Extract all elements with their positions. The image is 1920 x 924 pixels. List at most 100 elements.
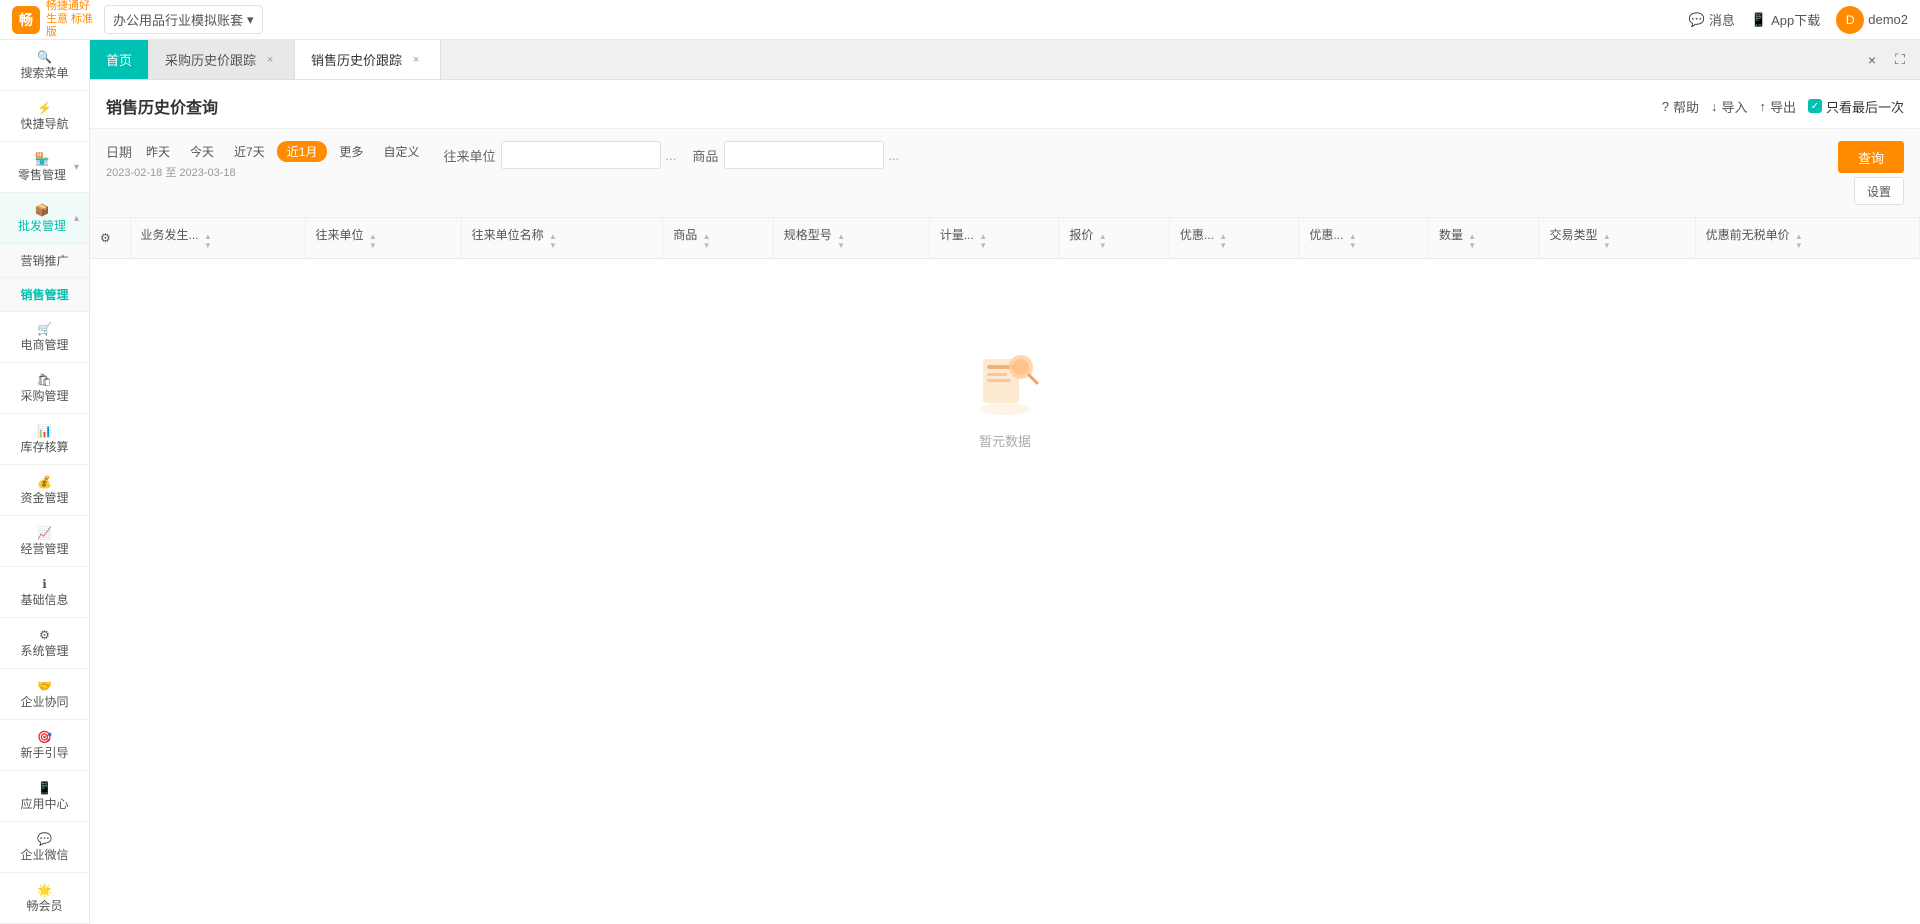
table-col-partner-code[interactable]: 往来单位 ▲▼ (305, 218, 461, 259)
date-buttons: 昨天 今天 近7天 近1月 更多 自定义 (138, 141, 427, 162)
sidebar-item-purchase-manage[interactable]: 🛍 采购管理 (0, 363, 89, 414)
company-name: 办公用品行业模拟账套 (113, 10, 243, 29)
table-col-biz-date[interactable]: 业务发生... ▲▼ (130, 218, 305, 259)
tab-close-sales[interactable]: × (408, 52, 424, 68)
empty-state: 暂元数据 (90, 259, 1920, 530)
date-btn-today[interactable]: 今天 (182, 141, 222, 162)
table-col-quantity[interactable]: 数量 ▲▼ (1428, 218, 1539, 259)
export-button[interactable]: ↑ 导出 (1759, 97, 1796, 116)
tab-bar: 首页 采购历史价跟踪 × 销售历史价跟踪 × × ⛶ (90, 40, 1920, 80)
sidebar-item-operation[interactable]: 📈 经营管理 (0, 516, 89, 567)
app-download-button[interactable]: 📱 App下载 (1751, 10, 1820, 29)
table-col-spec[interactable]: 规格型号 ▲▼ (773, 218, 929, 259)
home-tab-label: 首页 (106, 50, 132, 69)
sort-icons: ▲▼ (1468, 232, 1476, 250)
sidebar-item-wholesale-manage[interactable]: 📦 批发管理 ▴ (0, 193, 89, 244)
table-col-settings[interactable]: ⚙ (90, 218, 130, 259)
table-col-partner-name[interactable]: 往来单位名称 ▲▼ (461, 218, 663, 259)
date-btn-1month[interactable]: 近1月 (277, 141, 328, 162)
sidebar-item-label: 电商管理 (20, 336, 68, 353)
page-title: 销售历史价查询 (106, 94, 218, 118)
close-all-tabs-button[interactable]: × (1860, 48, 1884, 72)
topbar: 畅 畅捷通好生意 标准版 办公用品行业模拟账套 ▾ 💬 消息 📱 App下载 D… (0, 0, 1920, 40)
sidebar-item-app-center[interactable]: 📱 应用中心 (0, 771, 89, 822)
partner-dots-button[interactable]: ... (665, 148, 676, 163)
sidebar-item-retail-manage[interactable]: 🏪 零售管理 ▾ (0, 142, 89, 193)
tab-home[interactable]: 首页 (90, 40, 149, 79)
sidebar-item-ecommerce[interactable]: 🛒 电商管理 (0, 312, 89, 363)
import-button[interactable]: ↓ 导入 (1711, 97, 1748, 116)
partner-input[interactable] (501, 141, 661, 169)
fullscreen-button[interactable]: ⛶ (1888, 48, 1912, 72)
sidebar-sub-item-sales-manage[interactable]: 销售管理 (0, 278, 89, 312)
table-col-discount2[interactable]: 优惠... ▲▼ (1299, 218, 1429, 259)
message-button[interactable]: 💬 消息 (1689, 10, 1735, 29)
app-label: App下载 (1771, 10, 1820, 29)
partner-input-area: ... (501, 141, 676, 169)
only-last-checkbox-label[interactable]: ✓ 只看最后一次 (1808, 97, 1904, 116)
sort-icons: ▲▼ (979, 232, 987, 250)
sidebar-item-guide[interactable]: 🎯 新手引导 (0, 720, 89, 771)
sidebar: 🔍 搜索菜单 ⚡ 快捷导航 🏪 零售管理 ▾ 📦 批发管理 ▴ 营销推广 销售管… (0, 40, 90, 924)
help-button[interactable]: ? 帮助 (1662, 97, 1699, 116)
sidebar-item-label: 企业协同 (20, 693, 68, 710)
product-input-area: ... (724, 141, 899, 169)
logo-icon: 畅 (12, 6, 40, 34)
sort-icons: ▲▼ (204, 232, 212, 250)
table-col-pretax-price[interactable]: 优惠前无税单价 ▲▼ (1695, 218, 1919, 259)
table-col-discount1[interactable]: 优惠... ▲▼ (1169, 218, 1299, 259)
sort-icons: ▲▼ (837, 232, 845, 250)
sidebar-item-search-menu[interactable]: 🔍 搜索菜单 (0, 40, 89, 91)
tab-purchase-history[interactable]: 采购历史价跟踪 × (149, 40, 295, 79)
sidebar-item-fund-manage[interactable]: 💰 资金管理 (0, 465, 89, 516)
only-last-label: 只看最后一次 (1826, 97, 1904, 116)
date-filter-group: 日期 昨天 今天 近7天 近1月 更多 自定义 2023-02-18 至 202… (106, 141, 427, 180)
wholesale-submenu: 营销推广 销售管理 (0, 244, 89, 312)
sidebar-item-quick-nav[interactable]: ⚡ 快捷导航 (0, 91, 89, 142)
user-menu[interactable]: D demo2 (1836, 6, 1908, 34)
sidebar-item-enterprise-collab[interactable]: 🤝 企业协同 (0, 669, 89, 720)
sidebar-item-label: 快捷导航 (20, 115, 68, 132)
table-col-trade-type[interactable]: 交易类型 ▲▼ (1539, 218, 1695, 259)
sidebar-item-basic-info[interactable]: ℹ 基础信息 (0, 567, 89, 618)
query-button[interactable]: 查询 (1838, 141, 1904, 173)
tab-sales-history[interactable]: 销售历史价跟踪 × (295, 40, 441, 79)
tab-sales-label: 销售历史价跟踪 (311, 50, 402, 69)
export-icon: ↑ (1759, 99, 1766, 114)
basic-icon: ℹ (42, 577, 47, 591)
product-dots-button[interactable]: ... (888, 148, 899, 163)
company-selector[interactable]: 办公用品行业模拟账套 ▾ (104, 5, 263, 34)
fund-icon: 💰 (37, 475, 52, 489)
setting-button[interactable]: 设置 (1854, 177, 1904, 205)
table-col-unit[interactable]: 计量... ▲▼ (929, 218, 1059, 259)
collab-icon: 🤝 (37, 679, 52, 693)
sidebar-item-label: 采购管理 (20, 387, 68, 404)
sidebar-sub-item-marketing[interactable]: 营销推广 (0, 244, 89, 278)
purchase-icon: 🛍 (37, 373, 52, 387)
sort-icons: ▲▼ (1795, 232, 1803, 250)
sidebar-item-system-manage[interactable]: ⚙ 系统管理 (0, 618, 89, 669)
product-input[interactable] (724, 141, 884, 169)
date-btn-custom[interactable]: 自定义 (375, 141, 427, 162)
question-icon: ? (1662, 99, 1669, 114)
table-col-product[interactable]: 商品 ▲▼ (663, 218, 774, 259)
date-btn-more[interactable]: 更多 (331, 141, 371, 162)
tab-close-purchase[interactable]: × (262, 52, 278, 68)
wholesale-icon: 📦 (35, 203, 50, 217)
help-label: 帮助 (1673, 97, 1699, 116)
tab-bar-actions: × ⛶ (1852, 40, 1920, 79)
sidebar-item-enterprise-wechat[interactable]: 💬 企业微信 (0, 822, 89, 873)
sidebar-item-label: 企业微信 (20, 846, 68, 863)
page-content: 销售历史价查询 ? 帮助 ↓ 导入 ↑ 导出 ✓ (90, 80, 1920, 924)
sidebar-item-member[interactable]: 🌟 畅会员 (0, 873, 89, 924)
date-btn-7days[interactable]: 近7天 (226, 141, 273, 162)
sidebar-item-label: 零售管理 (18, 166, 66, 183)
message-icon: 💬 (1689, 12, 1705, 28)
main-layout: 🔍 搜索菜单 ⚡ 快捷导航 🏪 零售管理 ▾ 📦 批发管理 ▴ 营销推广 销售管… (0, 40, 1920, 924)
sidebar-item-label: 经营管理 (20, 540, 68, 557)
table-col-quote[interactable]: 报价 ▲▼ (1059, 218, 1170, 259)
page-header-actions: ? 帮助 ↓ 导入 ↑ 导出 ✓ 只看最后一次 (1662, 97, 1904, 116)
date-filter: 日期 昨天 今天 近7天 近1月 更多 自定义 (106, 141, 427, 162)
date-btn-yesterday[interactable]: 昨天 (138, 141, 178, 162)
sidebar-item-inventory[interactable]: 📊 库存核算 (0, 414, 89, 465)
